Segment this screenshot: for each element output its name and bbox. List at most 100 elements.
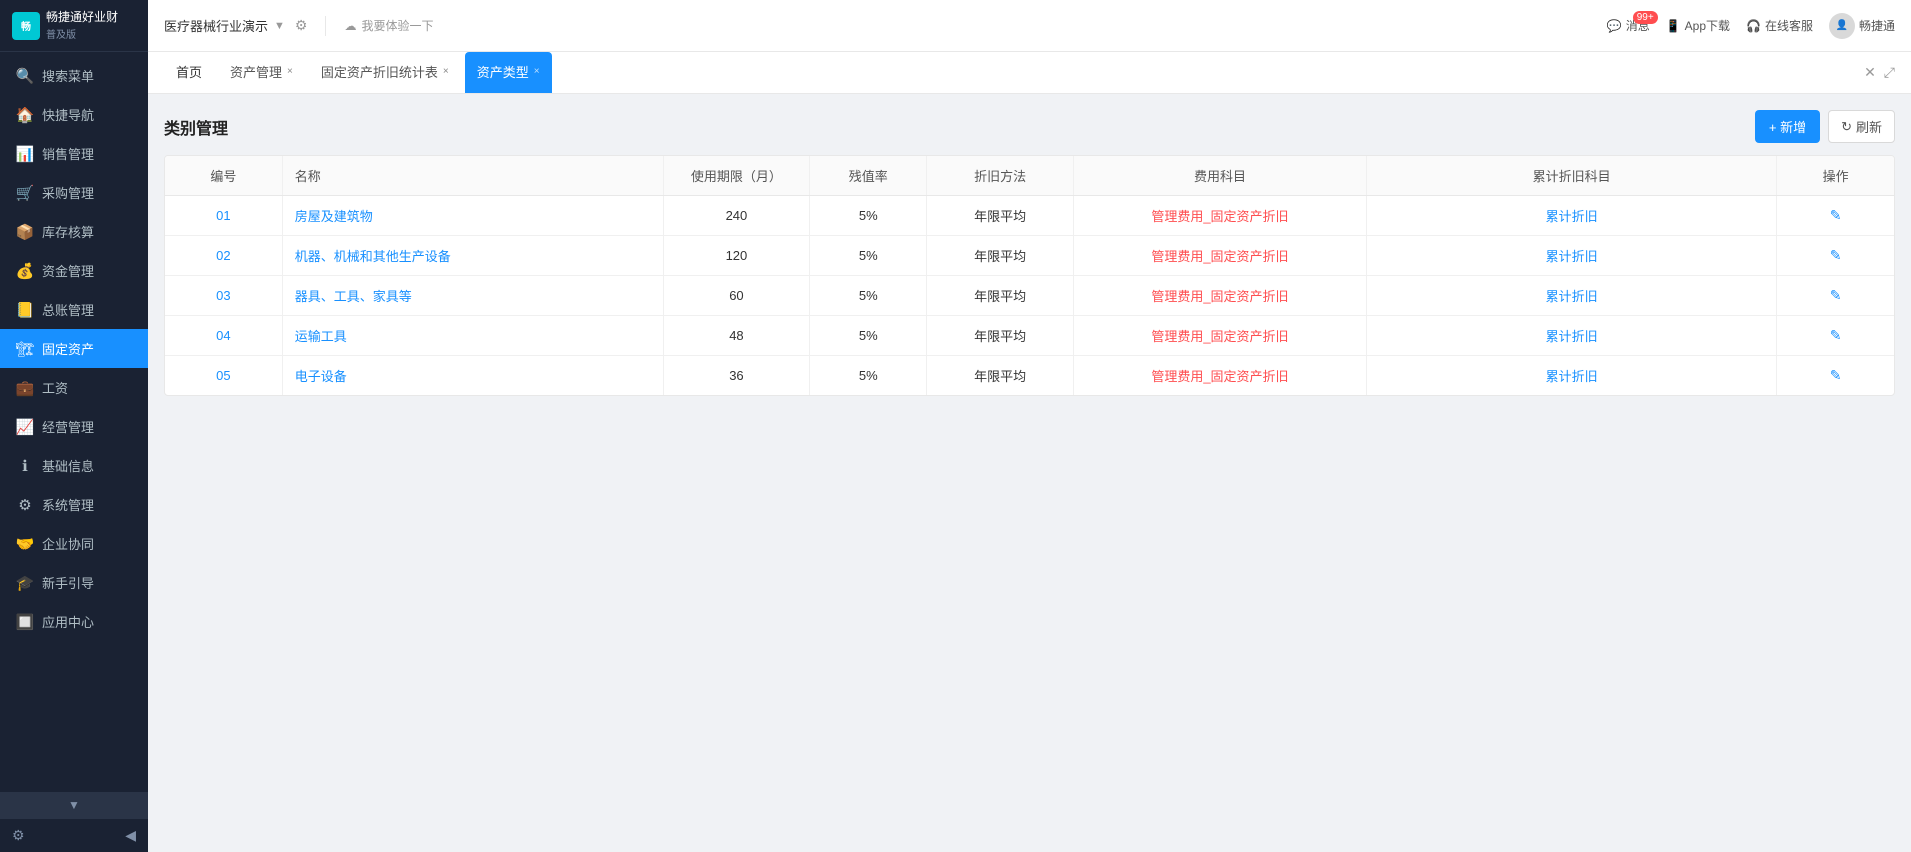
purchase-icon: 🛒 [16,184,34,202]
sidebar-item-inventory[interactable]: 📦 库存核算 [0,212,148,251]
th-1: 名称 [282,156,663,196]
ops-icon: 📈 [16,418,34,436]
sidebar-item-fixed[interactable]: 🏗 固定资产 [0,329,148,368]
user-button[interactable]: 👤 畅捷通 [1829,13,1895,39]
customer-service-button[interactable]: 🎧 在线客服 [1746,17,1813,34]
message-button[interactable]: 💬 消息 99+ [1607,17,1650,34]
cell-method-2: 年限平均 [927,276,1074,316]
expand-icon[interactable]: ⤢ [1884,64,1895,81]
sidebar-item-label-base: 基础信息 [42,456,94,475]
cell-edit-1[interactable]: ✎ [1777,236,1894,276]
content-area: 类别管理 + 新增 ↻ 刷新 编号名称使用期限（月）残值率折旧方法费用科目累计折… [148,94,1911,852]
topbar: 医疗器械行业演示 ▼ ⚙ ☁ 我要体验一下 💬 消息 99+ 📱 App下载 🎧… [148,0,1911,52]
sidebar-item-label-purchase: 采购管理 [42,183,94,202]
cell-accum-3[interactable]: 累计折旧 [1366,316,1776,356]
asset-type-table: 编号名称使用期限（月）残值率折旧方法费用科目累计折旧科目操作 01 房屋及建筑物… [164,155,1895,396]
system-icon: ⚙ [16,496,34,514]
sidebar-item-search[interactable]: 🔍 搜索菜单 [0,56,148,95]
app-download-button[interactable]: 📱 App下载 [1666,17,1730,34]
cell-code-4: 05 [165,356,282,396]
cell-expense-2: 管理费用_固定资产折旧 [1073,276,1366,316]
cell-accum-2[interactable]: 累计折旧 [1366,276,1776,316]
sidebar-nav: 🔍 搜索菜单 🏠 快捷导航 📊 销售管理 🛒 采购管理 📦 库存核算 💰 资金管… [0,52,148,792]
cell-method-1: 年限平均 [927,236,1074,276]
sidebar-item-label-system: 系统管理 [42,495,94,514]
refresh-icon: ↻ [1841,119,1852,135]
settings-icon[interactable]: ⚙ [12,827,25,844]
tab-asset_type[interactable]: 资产类型× [465,52,552,93]
user-avatar: 👤 [1829,13,1855,39]
cell-accum-0[interactable]: 累计折旧 [1366,196,1776,236]
cell-edit-0[interactable]: ✎ [1777,196,1894,236]
cell-name-1[interactable]: 机器、机械和其他生产设备 [282,236,663,276]
collapse-icon[interactable]: ◀ [125,827,136,844]
base-icon: ℹ [16,457,34,475]
topbar-experience[interactable]: ☁ 我要体验一下 [344,17,433,34]
cell-name-0[interactable]: 房屋及建筑物 [282,196,663,236]
tab-close-asset_type[interactable]: × [534,66,540,77]
tab-home[interactable]: 首页 [164,52,214,93]
cell-period-4: 36 [663,356,810,396]
table-row: 03 器具、工具、家具等 60 5% 年限平均 管理费用_固定资产折旧 累计折旧… [165,276,1894,316]
cell-edit-2[interactable]: ✎ [1777,276,1894,316]
cell-accum-4[interactable]: 累计折旧 [1366,356,1776,396]
tab-close-depreciation[interactable]: × [443,66,449,77]
th-0: 编号 [165,156,282,196]
sidebar-item-salary[interactable]: 💼 工资 [0,368,148,407]
cell-method-4: 年限平均 [927,356,1074,396]
close-tab-icon[interactable]: ✕ [1864,64,1876,81]
app-download-label: App下载 [1685,17,1730,34]
topbar-right: 💬 消息 99+ 📱 App下载 🎧 在线客服 👤 畅捷通 [1607,13,1895,39]
cell-edit-4[interactable]: ✎ [1777,356,1894,396]
sidebar-item-label-search: 搜索菜单 [42,66,94,85]
cell-period-2: 60 [663,276,810,316]
table-header: 编号名称使用期限（月）残值率折旧方法费用科目累计折旧科目操作 [165,156,1894,196]
cell-expense-1: 管理费用_固定资产折旧 [1073,236,1366,276]
tabbar: 首页资产管理×固定资产折旧统计表×资产类型× ✕ ⤢ [148,52,1911,94]
cell-expense-0: 管理费用_固定资产折旧 [1073,196,1366,236]
cell-name-4[interactable]: 电子设备 [282,356,663,396]
sidebar-item-capital[interactable]: 💰 资金管理 [0,251,148,290]
sidebar-item-purchase[interactable]: 🛒 采购管理 [0,173,148,212]
refresh-label: 刷新 [1856,117,1882,136]
tab-close-assets[interactable]: × [287,66,293,77]
refresh-button[interactable]: ↻ 刷新 [1828,110,1895,143]
main-area: 医疗器械行业演示 ▼ ⚙ ☁ 我要体验一下 💬 消息 99+ 📱 App下载 🎧… [148,0,1911,852]
sidebar-item-sales[interactable]: 📊 销售管理 [0,134,148,173]
sidebar-item-ledger[interactable]: 📒 总账管理 [0,290,148,329]
cell-expense-3: 管理费用_固定资产折旧 [1073,316,1366,356]
tabbar-actions: ✕ ⤢ [1864,52,1895,93]
new-button[interactable]: + 新增 [1755,110,1820,143]
sidebar-item-system[interactable]: ⚙ 系统管理 [0,485,148,524]
topbar-app-title: 医疗器械行业演示 [164,16,268,35]
fixed-icon: 🏗 [16,340,34,358]
sidebar-item-label-sales: 销售管理 [42,144,94,163]
appstore-icon: 🔲 [16,613,34,631]
cell-name-2[interactable]: 器具、工具、家具等 [282,276,663,316]
sidebar-scroll-down[interactable]: ▼ [0,792,148,818]
sidebar-item-base[interactable]: ℹ 基础信息 [0,446,148,485]
sidebar-item-quicknav[interactable]: 🏠 快捷导航 [0,95,148,134]
download-icon: 📱 [1666,19,1681,33]
app-logo-icon: 畅 [12,12,40,40]
cell-period-3: 48 [663,316,810,356]
tab-depreciation[interactable]: 固定资产折旧统计表× [309,52,461,93]
sidebar-item-label-inventory: 库存核算 [42,222,94,241]
sidebar-item-coop[interactable]: 🤝 企业协同 [0,524,148,563]
tab-label-home: 首页 [176,62,202,81]
cell-edit-3[interactable]: ✎ [1777,316,1894,356]
topbar-separator [325,16,326,36]
app-name: 畅捷通好业财 [46,10,118,26]
cell-accum-1[interactable]: 累计折旧 [1366,236,1776,276]
sidebar-item-appstore[interactable]: 🔲 应用中心 [0,602,148,641]
sidebar-item-guide[interactable]: 🎓 新手引导 [0,563,148,602]
sidebar-item-ops[interactable]: 📈 经营管理 [0,407,148,446]
tab-assets[interactable]: 资产管理× [218,52,305,93]
cell-rate-1: 5% [810,236,927,276]
sidebar-item-label-guide: 新手引导 [42,573,94,592]
cell-name-3[interactable]: 运输工具 [282,316,663,356]
topbar-arrow-icon: ▼ [274,20,285,32]
topbar-gear-icon[interactable]: ⚙ [295,17,308,34]
app-version: 普及版 [46,26,118,41]
table-row: 02 机器、机械和其他生产设备 120 5% 年限平均 管理费用_固定资产折旧 … [165,236,1894,276]
